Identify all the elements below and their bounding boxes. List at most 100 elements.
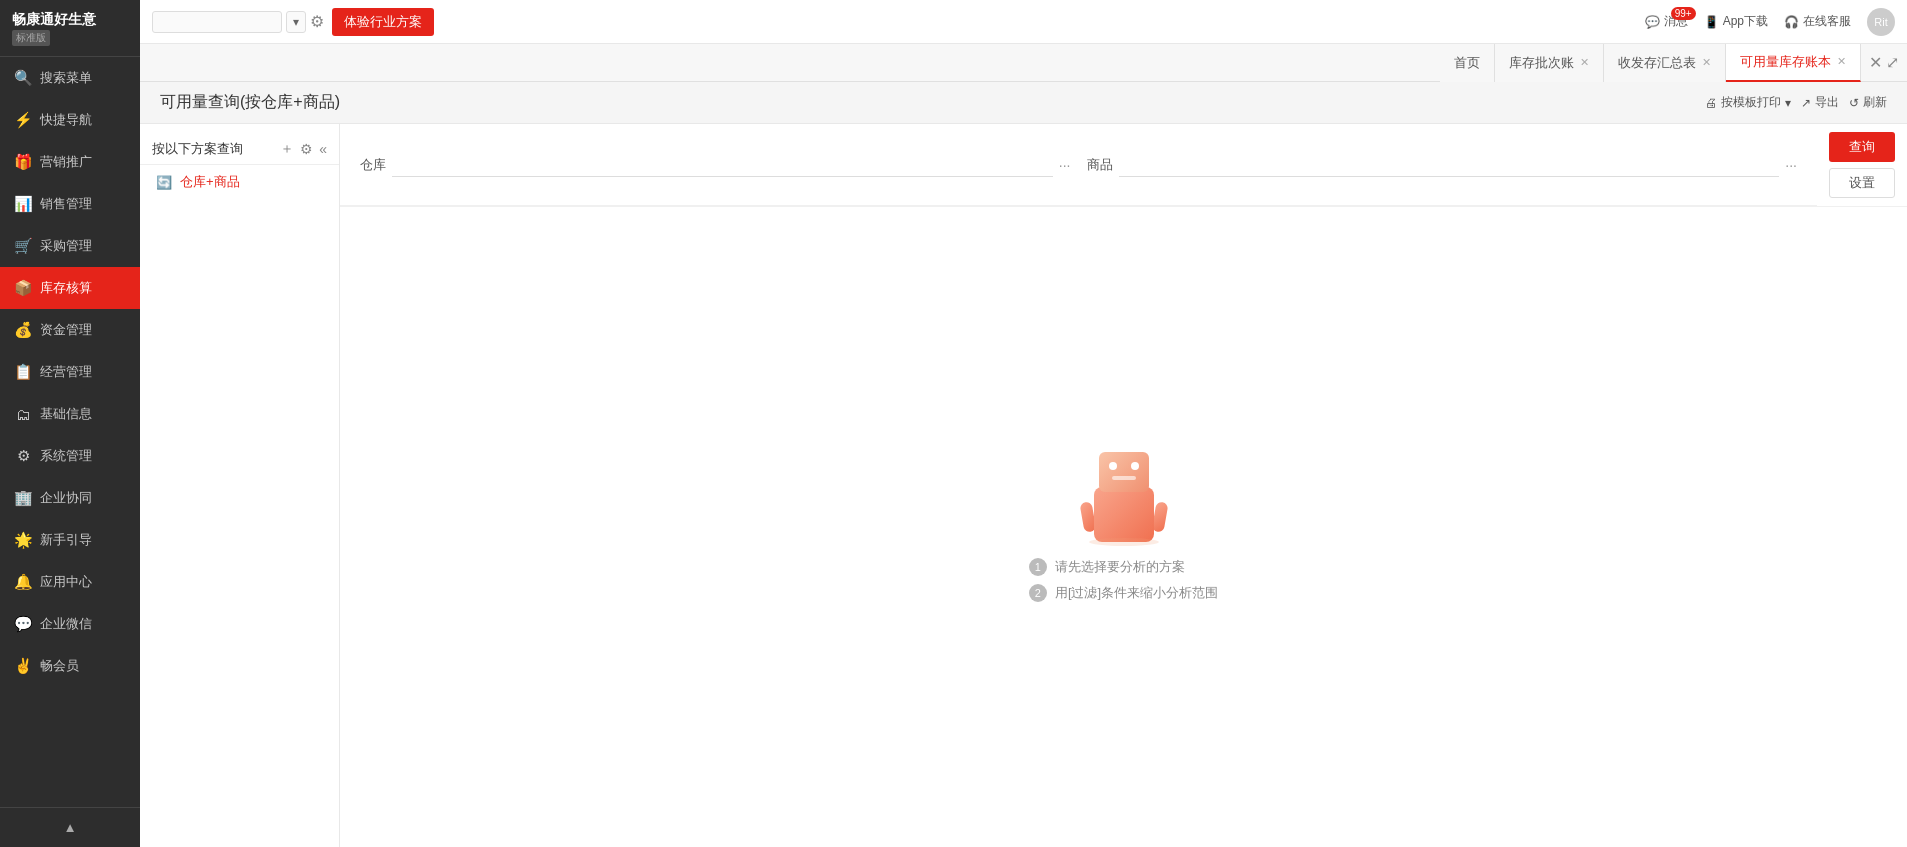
scroll-up-btn[interactable]: ▲ (14, 816, 126, 839)
dropdown-btn[interactable]: ▾ (286, 11, 306, 33)
sidebar-item-purchase[interactable]: 🛒采购管理 (0, 225, 140, 267)
sidebar-item-sales[interactable]: 📊销售管理 (0, 183, 140, 225)
search-input[interactable] (152, 11, 282, 33)
gear-btn[interactable]: ⚙ (310, 12, 324, 31)
sidebar-header: 畅康通好生意 标准版 (0, 0, 140, 57)
nav-icon-wechat: 💬 (14, 615, 32, 633)
headset-icon: 🎧 (1784, 15, 1799, 29)
empty-state: 1 请先选择要分析的方案 2 用[过滤]条件来缩小分析范围 (340, 207, 1907, 847)
page-header-actions: 🖨 按模板打印 ▾ ↗ 导出 ↺ 刷新 (1705, 94, 1887, 111)
tab-summary[interactable]: 收发存汇总表 ✕ (1604, 44, 1726, 82)
settings-btn[interactable]: 设置 (1829, 168, 1895, 198)
collapse-filter-btn[interactable]: « (319, 140, 327, 158)
sidebar-item-finance[interactable]: 💰资金管理 (0, 309, 140, 351)
tab-batch[interactable]: 库存批次账✕ (1495, 44, 1604, 82)
message-btn[interactable]: 💬 消息 99+ (1645, 13, 1688, 30)
refresh-btn[interactable]: ↺ 刷新 (1849, 94, 1887, 111)
warehouse-input[interactable] (392, 153, 1053, 177)
tip2-text: 用[过滤]条件来缩小分析范围 (1055, 584, 1218, 602)
robot-eye-right (1131, 462, 1139, 470)
robot-body (1094, 487, 1154, 542)
filter-item-warehouse-product[interactable]: 🔄 仓库+商品 (140, 165, 339, 199)
tab-home[interactable]: 首页 (1440, 44, 1495, 82)
nav-icon-marketing: 🎁 (14, 153, 32, 171)
nav-label-marketing: 营销推广 (40, 153, 92, 171)
query-btn[interactable]: 查询 (1829, 132, 1895, 162)
nav-label-enterprise: 企业协同 (40, 489, 92, 507)
nav-icon-finance: 💰 (14, 321, 32, 339)
tab-label-available: 可用量库存账本 (1740, 53, 1831, 71)
query-panel: 仓库 ··· 商品 ··· 查询 设置 (340, 124, 1907, 847)
nav-icon-inventory: 📦 (14, 279, 32, 297)
print-btn[interactable]: 🖨 按模板打印 ▾ (1705, 94, 1791, 111)
refresh-icon: ↺ (1849, 96, 1859, 110)
nav-label-wechat: 企业微信 (40, 615, 92, 633)
manage-filter-btn[interactable]: ⚙ (300, 140, 313, 158)
nav-icon-enterprise: 🏢 (14, 489, 32, 507)
robot-illustration (1074, 452, 1174, 542)
tab-label-home: 首页 (1454, 54, 1480, 72)
warehouse-more-btn[interactable]: ··· (1059, 157, 1071, 173)
sidebar-item-enterprise[interactable]: 🏢 企业协同 (0, 477, 140, 519)
filter-panel-header: 按以下方案查询 ＋ ⚙ « (140, 134, 339, 165)
filter-panel: 按以下方案查询 ＋ ⚙ « 🔄 仓库+商品 (140, 124, 340, 847)
app-download-btn[interactable]: 📱 App下载 (1704, 13, 1768, 30)
filter-item-icon: 🔄 (156, 175, 172, 190)
sidebar-item-system[interactable]: ⚙ 系统管理 (0, 435, 140, 477)
tab-close-batch[interactable]: ✕ (1580, 56, 1589, 69)
topbar-right: 💬 消息 99+ 📱 App下载 🎧 在线客服 Rit (1645, 8, 1895, 36)
avatar[interactable]: Rit (1867, 8, 1895, 36)
nav-icon-appstore: 🔔 (14, 573, 32, 591)
product-label: 商品 (1087, 156, 1113, 174)
tab-available[interactable]: 可用量库存账本 ✕ (1726, 44, 1861, 82)
sidebar-item-basic[interactable]: 🗂基础信息 (0, 393, 140, 435)
nav-icon-operations: 📋 (14, 363, 32, 381)
nav-icon-sales: 📊 (14, 195, 32, 213)
close-tab-btn[interactable]: ✕ (1869, 53, 1882, 72)
tab-label-summary: 收发存汇总表 (1618, 54, 1696, 72)
robot-shadow (1089, 538, 1159, 546)
industry-btn[interactable]: 体验行业方案 (332, 8, 434, 36)
page-header: 可用量查询(按仓库+商品) 🖨 按模板打印 ▾ ↗ 导出 ↺ 刷新 (140, 82, 1907, 124)
content-area: 按以下方案查询 ＋ ⚙ « 🔄 仓库+商品 仓库 ··· (140, 124, 1907, 847)
nav-icon-basic: 🗂 (14, 406, 32, 423)
topbar-search: ▾ ⚙ (152, 11, 324, 33)
sidebar-item-member[interactable]: ✌畅会员 (0, 645, 140, 687)
tip1-text: 请先选择要分析的方案 (1055, 558, 1185, 576)
sidebar-item-search[interactable]: 🔍搜索菜单 (0, 57, 140, 99)
tab-close-available[interactable]: ✕ (1837, 55, 1846, 68)
brand-name: 畅康通好生意 (12, 10, 128, 28)
robot-mouth (1112, 476, 1136, 480)
print-icon: 🖨 (1705, 96, 1717, 110)
tabbar: 首页库存批次账✕ 收发存汇总表 ✕ 可用量库存账本 ✕ ✕ ⤢ (140, 44, 1907, 82)
refresh-label: 刷新 (1863, 94, 1887, 111)
robot-arm-right (1151, 501, 1168, 533)
product-more-btn[interactable]: ··· (1785, 157, 1797, 173)
nav-label-appstore: 应用中心 (40, 573, 92, 591)
sidebar-item-guide[interactable]: 🌟新手引导 (0, 519, 140, 561)
phone-icon: 📱 (1704, 15, 1719, 29)
expand-btn[interactable]: ⤢ (1886, 53, 1899, 72)
sidebar-item-shortcut[interactable]: ⚡快捷导航 (0, 99, 140, 141)
sidebar-item-marketing[interactable]: 🎁 营销推广 (0, 141, 140, 183)
sidebar-item-inventory[interactable]: 📦库存核算 (0, 267, 140, 309)
nav-label-system: 系统管理 (40, 447, 92, 465)
sidebar-item-wechat[interactable]: 💬 企业微信 (0, 603, 140, 645)
add-filter-btn[interactable]: ＋ (280, 140, 294, 158)
empty-tips: 1 请先选择要分析的方案 2 用[过滤]条件来缩小分析范围 (1029, 558, 1218, 602)
sidebar-item-appstore[interactable]: 🔔 应用中心 (0, 561, 140, 603)
sidebar-item-operations[interactable]: 📋 经营管理 (0, 351, 140, 393)
query-actions: 查询 设置 (1817, 124, 1907, 206)
service-btn[interactable]: 🎧 在线客服 (1784, 13, 1851, 30)
warehouse-label: 仓库 (360, 156, 386, 174)
filter-panel-header-actions: ＋ ⚙ « (280, 140, 327, 158)
edition-badge: 标准版 (12, 30, 50, 46)
message-icon: 💬 (1645, 15, 1660, 29)
nav-icon-system: ⚙ (14, 447, 32, 465)
export-btn[interactable]: ↗ 导出 (1801, 94, 1839, 111)
page-title: 可用量查询(按仓库+商品) (160, 92, 340, 113)
tab-close-summary[interactable]: ✕ (1702, 56, 1711, 69)
nav-label-purchase: 采购管理 (40, 237, 92, 255)
product-input[interactable] (1119, 153, 1780, 177)
nav-label-operations: 经营管理 (40, 363, 92, 381)
